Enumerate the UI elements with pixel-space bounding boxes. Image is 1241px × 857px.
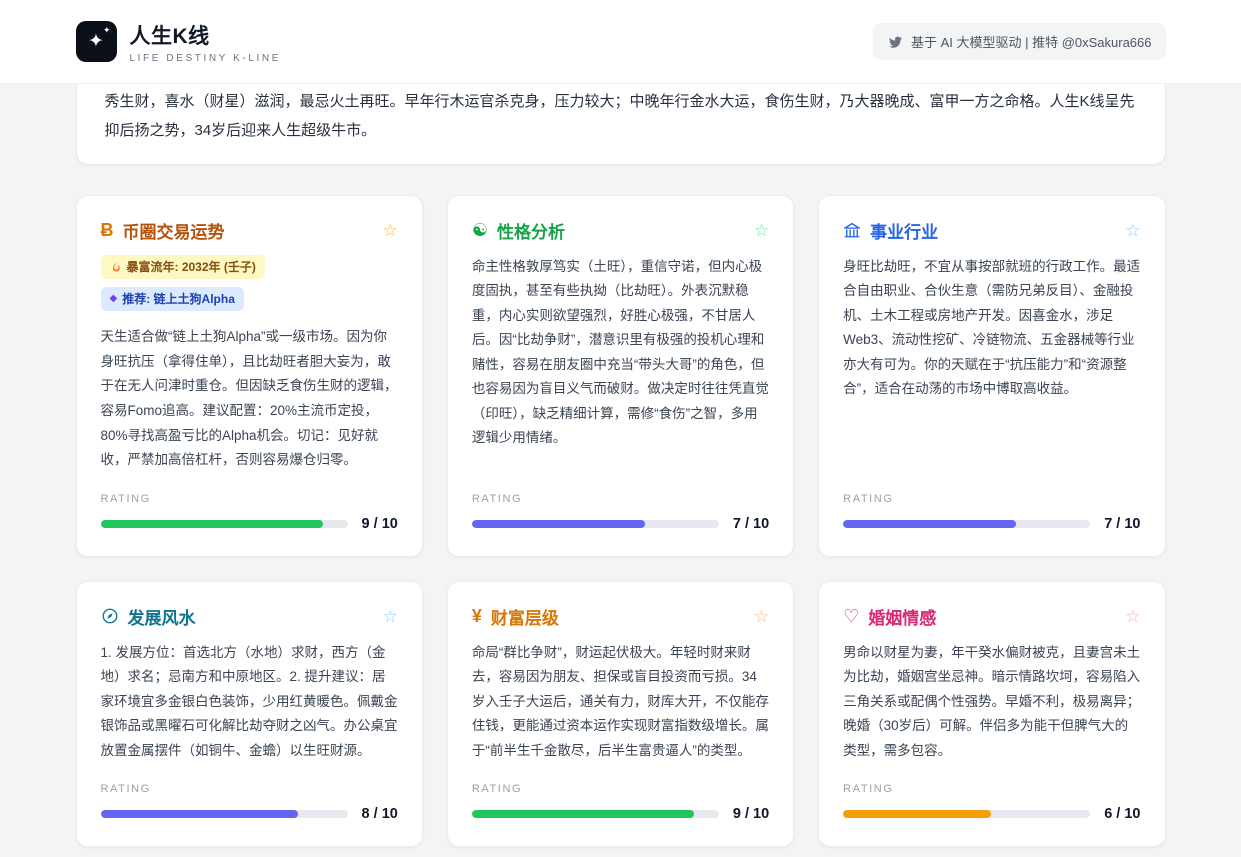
rating-bar-fill (472, 810, 694, 818)
rating-bar-fill (843, 810, 991, 818)
card-header: ☯ 性格分析 ☆ (472, 218, 769, 243)
favorite-star-button[interactable]: ☆ (383, 608, 398, 625)
twitter-bird-icon (887, 34, 903, 50)
rating-bar-fill (843, 520, 1016, 528)
rating-label: RATING (843, 783, 1140, 795)
rating-label: RATING (843, 493, 1140, 505)
card-header: ¥ 财富层级 ☆ (472, 604, 769, 629)
card-body-text: 男命以财星为妻，年干癸水偏财被克，且妻宫未土为比劫，婚姻宫坐忌神。暗示情路坎坷，… (843, 641, 1140, 764)
rating-bar (101, 810, 348, 818)
rating-label: RATING (472, 493, 769, 505)
app-title: 人生K线 (130, 20, 281, 50)
card-body-text: 命主性格敦厚笃实（土旺），重信守诺，但内心极度固执，甚至有些执拗（比劫旺）。外表… (472, 255, 769, 452)
favorite-star-button[interactable]: ☆ (754, 608, 769, 625)
summary-card: 秀生财，喜水（财星）滋润，最忌火土再旺。早年行木运官杀克身，压力较大；中晚年行金… (76, 84, 1166, 165)
rating-bar (843, 810, 1090, 818)
favorite-star-button[interactable]: ☆ (754, 222, 769, 239)
cards-grid: Ƀ 币圈交易运势 ☆ 暴富流年: 2032年 (壬子) ◆ 推荐: 链上土狗Al… (76, 195, 1166, 857)
favorite-star-button[interactable]: ☆ (1125, 608, 1140, 625)
rating-section: RATING 6 / 10 (843, 783, 1140, 822)
rating-section: RATING 8 / 10 (101, 783, 398, 822)
rating-section: RATING 9 / 10 (101, 493, 398, 532)
card-marriage-emotion: ♡ 婚姻情感 ☆ 男命以财星为妻，年干癸水偏财被克，且妻宫未土为比劫，婚姻宫坐忌… (818, 581, 1165, 848)
bank-icon (843, 221, 861, 239)
card-header: ♡ 婚姻情感 ☆ (843, 604, 1140, 629)
heart-icon: ♡ (843, 607, 859, 625)
rating-score: 9 / 10 (362, 516, 398, 532)
twitter-badge[interactable]: 基于 AI 大模型驱动 | 推特 @0xSakura666 (873, 23, 1166, 60)
card-development-fengshui: 发展风水 ☆ 1. 发展方位：首选北方（水地）求财，西方（金地）求名；忌南方和中… (76, 581, 423, 848)
rating-score: 6 / 10 (1104, 806, 1140, 822)
card-header: Ƀ 币圈交易运势 ☆ (101, 218, 398, 243)
header-inner: ✦ ✦ 人生K线 LIFE DESTINY K-LINE 基于 AI 大模型驱动… (76, 20, 1166, 64)
rating-bar-fill (101, 810, 299, 818)
rating-section: RATING 9 / 10 (472, 783, 769, 822)
card-body-text: 命局“群比争财”，财运起伏极大。年轻时财来财去，容易因为朋友、担保或盲目投资而亏… (472, 641, 769, 764)
rating-bar (101, 520, 348, 528)
favorite-star-button[interactable]: ☆ (383, 222, 398, 239)
rating-label: RATING (472, 783, 769, 795)
card-title: 财富层级 (491, 604, 559, 629)
recommendation-badge: ◆ 推荐: 链上土狗Alpha (101, 287, 244, 311)
favorite-star-button[interactable]: ☆ (1125, 222, 1140, 239)
header: ✦ ✦ 人生K线 LIFE DESTINY K-LINE 基于 AI 大模型驱动… (0, 0, 1241, 84)
card-personality-analysis: ☯ 性格分析 ☆ 命主性格敦厚笃实（土旺），重信守诺，但内心极度固执，甚至有些执… (447, 195, 794, 557)
rating-score: 7 / 10 (1104, 516, 1140, 532)
card-title: 婚姻情感 (868, 604, 936, 629)
gem-icon: ◆ (110, 294, 118, 304)
twitter-badge-text: 基于 AI 大模型驱动 | 推特 @0xSakura666 (911, 32, 1152, 51)
card-career-industry: 事业行业 ☆ 身旺比劫旺，不宜从事按部就班的行政工作。最适合自由职业、合伙生意（… (818, 195, 1165, 557)
yen-coin-icon: ¥ (472, 607, 482, 625)
app-logo-icon: ✦ ✦ (76, 21, 117, 62)
badge-text: 推荐: 链上土狗Alpha (122, 292, 235, 306)
bitcoin-icon: Ƀ (101, 221, 114, 239)
summary-text: 秀生财，喜水（财星）滋润，最忌火土再旺。早年行木运官杀克身，压力较大；中晚年行金… (105, 87, 1137, 146)
card-wealth-tier: ¥ 财富层级 ☆ 命局“群比争财”，财运起伏极大。年轻时财来财去，容易因为朋友、… (447, 581, 794, 848)
rating-label: RATING (101, 783, 398, 795)
fortune-year-badge: 暴富流年: 2032年 (壬子) (101, 255, 265, 279)
main-content: 秀生财，喜水（财星）滋润，最忌火土再旺。早年行木运官杀克身，压力较大；中晚年行金… (76, 84, 1166, 857)
badges-row: 暴富流年: 2032年 (壬子) ◆ 推荐: 链上土狗Alpha (101, 255, 398, 312)
rating-section: RATING 7 / 10 (472, 493, 769, 532)
rating-label: RATING (101, 493, 398, 505)
page: ✦ ✦ 人生K线 LIFE DESTINY K-LINE 基于 AI 大模型驱动… (0, 0, 1241, 857)
card-title: 币圈交易运势 (123, 218, 225, 243)
card-header: 发展风水 ☆ (101, 604, 398, 629)
rating-section: RATING 7 / 10 (843, 493, 1140, 532)
card-body-text: 1. 发展方位：首选北方（水地）求财，西方（金地）求名；忌南方和中原地区。2. … (101, 641, 398, 764)
rating-bar (472, 520, 719, 528)
brand-text: 人生K线 LIFE DESTINY K-LINE (130, 20, 281, 64)
badge-text: 暴富流年: 2032年 (壬子) (127, 260, 256, 274)
card-body-text: 天生适合做“链上土狗Alpha”或一级市场。因为你身旺抗压（拿得住单），且比劫旺… (101, 325, 398, 472)
sparkle-small-icon: ✦ (103, 26, 111, 35)
rating-bar (843, 520, 1090, 528)
rating-score: 8 / 10 (362, 806, 398, 822)
card-title: 性格分析 (497, 218, 565, 243)
sparkle-icon: ✦ (88, 32, 104, 51)
card-title: 发展风水 (128, 604, 196, 629)
logo-link[interactable]: ✦ ✦ 人生K线 LIFE DESTINY K-LINE (76, 20, 281, 64)
rating-bar-fill (472, 520, 645, 528)
app-subtitle: LIFE DESTINY K-LINE (130, 53, 281, 64)
rating-bar (472, 810, 719, 818)
yinyang-icon: ☯ (472, 221, 488, 239)
card-header: 事业行业 ☆ (843, 218, 1140, 243)
card-title: 事业行业 (870, 218, 938, 243)
rating-score: 9 / 10 (733, 806, 769, 822)
rating-bar-fill (101, 520, 323, 528)
card-body-text: 身旺比劫旺，不宜从事按部就班的行政工作。最适合自由职业、合伙生意（需防兄弟反目）… (843, 255, 1140, 402)
rating-score: 7 / 10 (733, 516, 769, 532)
compass-icon (101, 607, 119, 625)
card-crypto-trading: Ƀ 币圈交易运势 ☆ 暴富流年: 2032年 (壬子) ◆ 推荐: 链上土狗Al… (76, 195, 423, 557)
flame-icon (110, 261, 122, 273)
